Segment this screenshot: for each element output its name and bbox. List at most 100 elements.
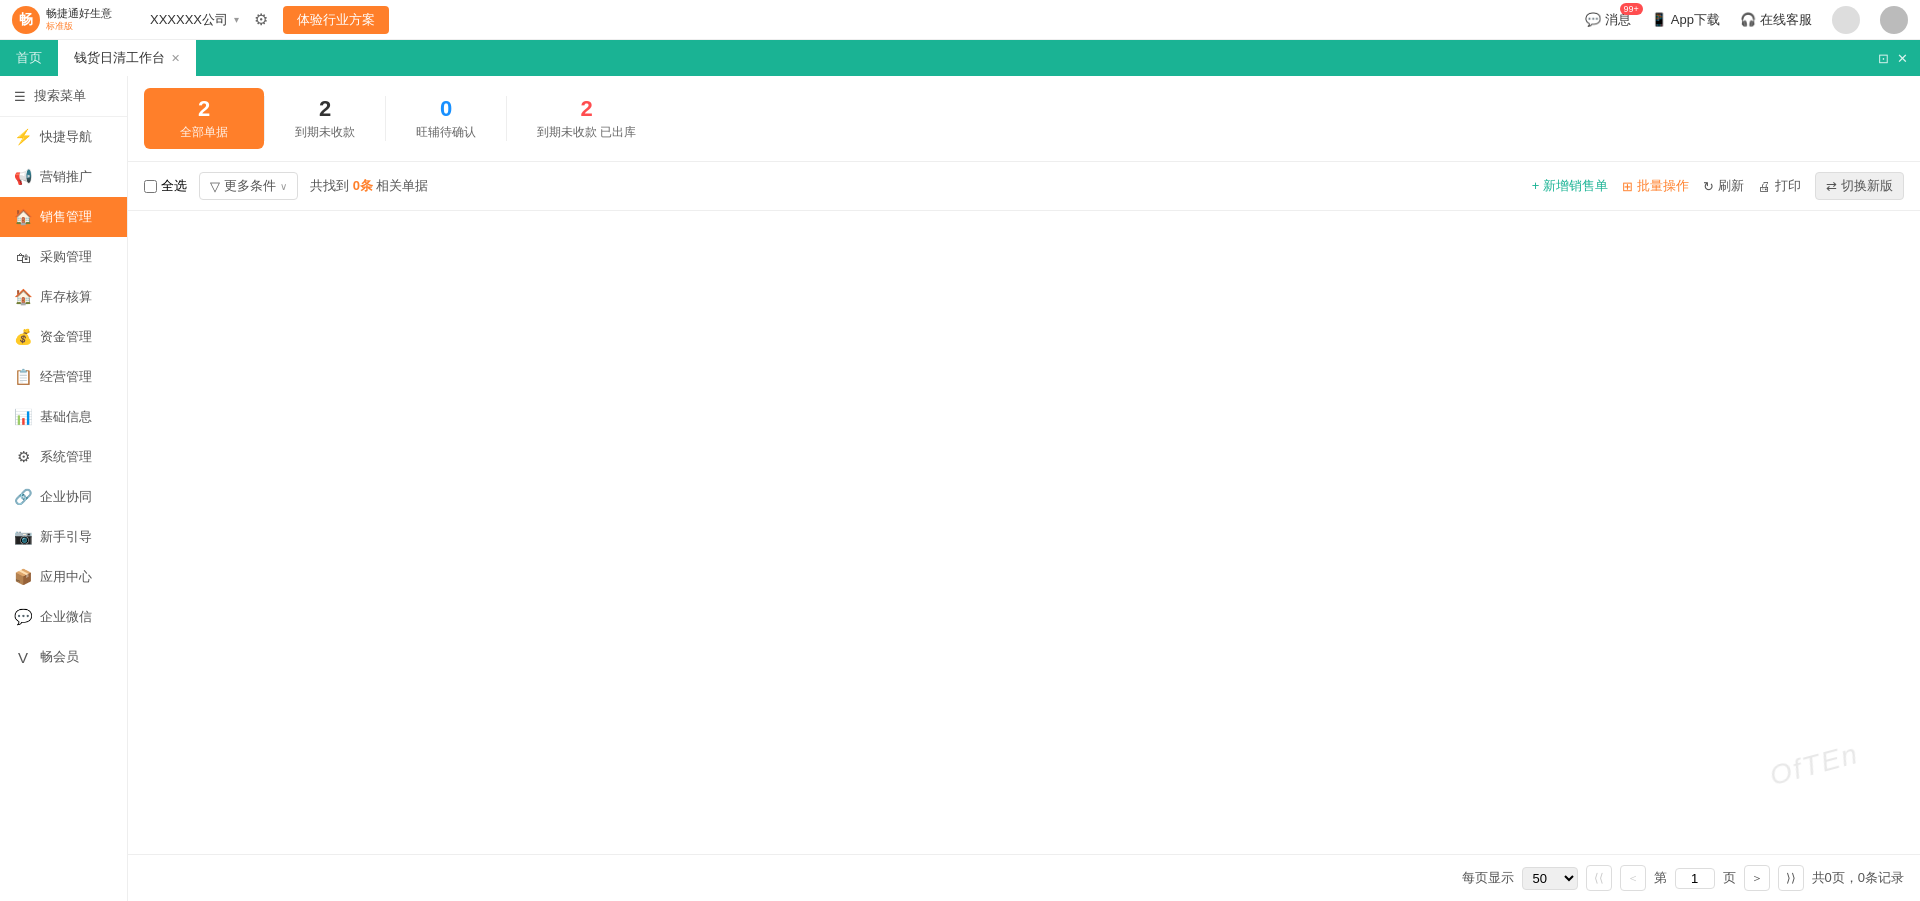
- sales-icon: 🏠: [14, 208, 32, 226]
- last-page-button[interactable]: ⟩⟩: [1778, 865, 1804, 891]
- settings-button[interactable]: ⚙: [247, 6, 275, 34]
- sidebar-item-sales[interactable]: 🏠 销售管理: [0, 197, 127, 237]
- nav-tabs: 首页 钱货日清工作台 ✕ ⊡ ✕: [0, 40, 1920, 76]
- sidebar-item-app-center-label: 应用中心: [40, 568, 92, 586]
- app-download-button[interactable]: 📱 App下载: [1651, 11, 1720, 29]
- found-text: 共找到 0条 相关单据: [310, 177, 428, 195]
- found-suffix: 相关单据: [376, 178, 428, 193]
- sidebar-item-wechat[interactable]: 💬 企业微信: [0, 597, 127, 637]
- select-all-label: 全选: [161, 177, 187, 195]
- sidebar-item-operations[interactable]: 📋 经营管理: [0, 357, 127, 397]
- sidebar-item-member[interactable]: V 畅会员: [0, 637, 127, 677]
- sidebar-item-app-center[interactable]: 📦 应用中心: [0, 557, 127, 597]
- filter-label: 更多条件: [224, 177, 276, 195]
- search-menu-label: 搜索菜单: [34, 87, 86, 105]
- window-close-icon[interactable]: ✕: [1897, 51, 1908, 66]
- sidebar-item-basic-info-label: 基础信息: [40, 408, 92, 426]
- sidebar-item-operations-label: 经营管理: [40, 368, 92, 386]
- message-button[interactable]: 💬 消息 99+: [1585, 11, 1631, 29]
- tab-home[interactable]: 首页: [0, 40, 58, 76]
- stat-all-number: 2: [198, 96, 210, 122]
- window-restore-icon[interactable]: ⊡: [1878, 51, 1889, 66]
- sidebar-item-system-label: 系统管理: [40, 448, 92, 466]
- select-all-input[interactable]: [144, 180, 157, 193]
- select-all-checkbox[interactable]: 全选: [144, 177, 187, 195]
- online-service-icon: 🎧: [1740, 12, 1756, 27]
- refresh-button[interactable]: ↻ 刷新: [1703, 177, 1744, 195]
- toolbar-right: + 新增销售单 ⊞ 批量操作 ↻ 刷新 🖨 打印 ⇄ 切换新版: [1532, 172, 1904, 200]
- search-icon: ☰: [14, 89, 26, 104]
- main-layout: ☰ 搜索菜单 ⚡ 快捷导航 📢 营销推广 🏠 销售管理 🛍 采购管理 🏠 库存核…: [0, 76, 1920, 901]
- tab-qhrc[interactable]: 钱货日清工作台 ✕: [58, 40, 196, 76]
- print-button[interactable]: 🖨 打印: [1758, 177, 1801, 195]
- finance-icon: 💰: [14, 328, 32, 346]
- page-size-select[interactable]: 20 50 100: [1522, 867, 1578, 890]
- page-label-end: 页: [1723, 869, 1736, 887]
- tab-close-icon[interactable]: ✕: [171, 52, 180, 65]
- wechat-icon: 💬: [14, 608, 32, 626]
- switch-label: 切换新版: [1841, 177, 1893, 195]
- page-number-input[interactable]: [1675, 868, 1715, 889]
- collab-icon: 🔗: [14, 488, 32, 506]
- found-count: 0条: [353, 178, 373, 193]
- company-selector[interactable]: XXXXXX公司 ▾: [150, 11, 239, 29]
- more-filter-button[interactable]: ▽ 更多条件 ∨: [199, 172, 298, 200]
- sidebar-item-marketing[interactable]: 📢 营销推广: [0, 157, 127, 197]
- sidebar-item-collab[interactable]: 🔗 企业协同: [0, 477, 127, 517]
- content-area: 2 全部单据 2 到期未收款 0 旺辅待确认 2 到期未收款 已出库: [128, 76, 1920, 901]
- new-order-button[interactable]: + 新增销售单: [1532, 177, 1608, 195]
- logo-area: 畅 畅捷通好生意 标准版: [12, 6, 140, 34]
- switch-icon: ⇄: [1826, 179, 1837, 194]
- sidebar-item-finance-label: 资金管理: [40, 328, 92, 346]
- try-industry-button[interactable]: 体验行业方案: [283, 6, 389, 34]
- company-chevron-icon: ▾: [234, 14, 239, 25]
- sidebar-item-inventory[interactable]: 🏠 库存核算: [0, 277, 127, 317]
- quick-nav-icon: ⚡: [14, 128, 32, 146]
- stat-overdue-number: 2: [319, 96, 331, 122]
- sidebar-item-sales-label: 销售管理: [40, 208, 92, 226]
- stat-wangfu[interactable]: 0 旺辅待确认: [386, 88, 506, 149]
- stat-all-orders[interactable]: 2 全部单据: [144, 88, 264, 149]
- next-page-button[interactable]: ＞: [1744, 865, 1770, 891]
- sidebar-item-guide[interactable]: 📷 新手引导: [0, 517, 127, 557]
- sidebar-item-system[interactable]: ⚙ 系统管理: [0, 437, 127, 477]
- total-text: 共0页，0条记录: [1812, 869, 1904, 887]
- tab-home-label: 首页: [16, 49, 42, 67]
- system-icon: ⚙: [14, 448, 32, 466]
- sidebar-item-basic-info[interactable]: 📊 基础信息: [0, 397, 127, 437]
- sidebar-item-collab-label: 企业协同: [40, 488, 92, 506]
- online-service-label: 在线客服: [1760, 11, 1812, 29]
- prev-page-button[interactable]: ＜: [1620, 865, 1646, 891]
- avatar2[interactable]: [1880, 6, 1908, 34]
- toolbar: 全选 ▽ 更多条件 ∨ 共找到 0条 相关单据 + 新增销售单 ⊞ 批量操作 ↻…: [128, 162, 1920, 211]
- batch-icon: ⊞: [1622, 179, 1633, 194]
- logo-icon: 畅: [12, 6, 40, 34]
- message-badge: 99+: [1620, 3, 1643, 15]
- avatar[interactable]: [1832, 6, 1860, 34]
- app-badge: 标准版: [46, 20, 112, 33]
- stat-overdue-shipped[interactable]: 2 到期未收款 已出库: [507, 88, 666, 149]
- page-size-label: 每页显示: [1462, 869, 1514, 887]
- sidebar-item-purchase[interactable]: 🛍 采购管理: [0, 237, 127, 277]
- logo-text-block: 畅捷通好生意 标准版: [46, 6, 112, 33]
- stat-overdue[interactable]: 2 到期未收款: [265, 88, 385, 149]
- sidebar: ☰ 搜索菜单 ⚡ 快捷导航 📢 营销推广 🏠 销售管理 🛍 采购管理 🏠 库存核…: [0, 76, 128, 901]
- switch-version-button[interactable]: ⇄ 切换新版: [1815, 172, 1904, 200]
- filter-icon: ▽: [210, 179, 220, 194]
- tab-qhrc-label: 钱货日清工作台: [74, 49, 165, 67]
- batch-action-button[interactable]: ⊞ 批量操作: [1622, 177, 1689, 195]
- app-download-icon: 📱: [1651, 12, 1667, 27]
- sidebar-item-finance[interactable]: 💰 资金管理: [0, 317, 127, 357]
- sidebar-item-purchase-label: 采购管理: [40, 248, 92, 266]
- gear-icon: ⚙: [254, 10, 268, 29]
- search-menu-button[interactable]: ☰ 搜索菜单: [0, 76, 127, 117]
- filter-chevron-icon: ∨: [280, 181, 287, 192]
- refresh-label: 刷新: [1718, 177, 1744, 195]
- stat-overdue-label: 到期未收款: [295, 124, 355, 141]
- sidebar-item-quick-nav[interactable]: ⚡ 快捷导航: [0, 117, 127, 157]
- sidebar-item-guide-label: 新手引导: [40, 528, 92, 546]
- company-name: XXXXXX公司: [150, 11, 228, 29]
- online-service-button[interactable]: 🎧 在线客服: [1740, 11, 1812, 29]
- app-name: 畅捷通好生意: [46, 6, 112, 20]
- first-page-button[interactable]: ⟨⟨: [1586, 865, 1612, 891]
